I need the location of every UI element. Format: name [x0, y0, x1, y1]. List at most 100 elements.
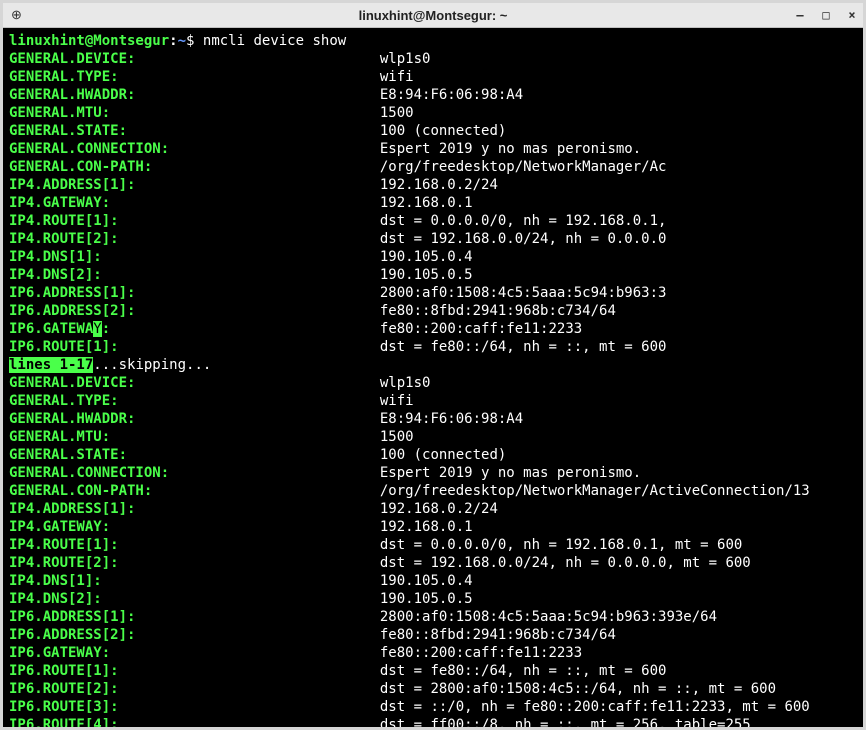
row-label: GENERAL.MTU:	[9, 429, 380, 445]
row-value: Espert 2019 y no mas peronismo.	[380, 141, 641, 157]
row-label: IP4.ROUTE[2]:	[9, 231, 380, 247]
row-label: IP6.ADDRESS[1]:	[9, 609, 380, 625]
output-row: IP6.ADDRESS[1]: 2800:af0:1508:4c5:5aaa:5…	[9, 608, 857, 626]
row-value: 1500	[380, 105, 414, 121]
output-row: GENERAL.MTU: 1500	[9, 428, 857, 446]
row-label: IP6.ROUTE[4]:	[9, 717, 380, 727]
output-row: GENERAL.HWADDR: E8:94:F6:06:98:A4	[9, 410, 857, 428]
row-value: 192.168.0.2/24	[380, 177, 498, 193]
row-value: dst = 192.168.0.0/24, nh = 0.0.0.0, mt =…	[380, 555, 751, 571]
row-value: 190.105.0.4	[380, 573, 473, 589]
output-row: GENERAL.MTU: 1500	[9, 104, 857, 122]
output-row: IP4.ROUTE[2]: dst = 192.168.0.0/24, nh =…	[9, 230, 857, 248]
output-row: IP6.ROUTE[2]: dst = 2800:af0:1508:4c5::/…	[9, 680, 857, 698]
row-value: dst = 192.168.0.0/24, nh = 0.0.0.0	[380, 231, 667, 247]
output-row: IP4.DNS[1]: 190.105.0.4	[9, 572, 857, 590]
output-row: GENERAL.TYPE: wifi	[9, 392, 857, 410]
row-value: fe80::8fbd:2941:968b:c734/64	[380, 627, 616, 643]
row-label: IP4.ROUTE[2]:	[9, 555, 380, 571]
titlebar[interactable]: ⊕ linuxhint@Montsegur: ~ – □ ×	[3, 3, 863, 28]
row-value: 190.105.0.4	[380, 249, 473, 265]
row-value: wlp1s0	[380, 51, 431, 67]
output-row: GENERAL.STATE: 100 (connected)	[9, 446, 857, 464]
output-row: IP6.ROUTE[1]: dst = fe80::/64, nh = ::, …	[9, 662, 857, 680]
output-row: IP6.ADDRESS[1]: 2800:af0:1508:4c5:5aaa:5…	[9, 284, 857, 302]
output-row: IP6.ROUTE[3]: dst = ::/0, nh = fe80::200…	[9, 698, 857, 716]
row-label: GENERAL.STATE:	[9, 447, 380, 463]
output-row: GENERAL.CON-PATH: /org/freedesktop/Netwo…	[9, 482, 857, 500]
prompt-sep: :	[169, 33, 177, 49]
row-value: 100 (connected)	[380, 447, 506, 463]
output-row: IP4.ADDRESS[1]: 192.168.0.2/24	[9, 176, 857, 194]
close-button[interactable]: ×	[846, 9, 858, 21]
row-value: 2800:af0:1508:4c5:5aaa:5c94:b963:3	[380, 285, 667, 301]
row-value: 190.105.0.5	[380, 591, 473, 607]
row-label: GENERAL.TYPE:	[9, 393, 380, 409]
row-label: IP6.ROUTE[1]:	[9, 339, 380, 355]
row-value: Espert 2019 y no mas peronismo.	[380, 465, 641, 481]
output-row: IP6.GATEWAY: fe80::200:caff:fe11:2233	[9, 644, 857, 662]
row-label: IP6.ROUTE[3]:	[9, 699, 380, 715]
pager-highlight: lines 1-17	[9, 357, 93, 373]
row-value: E8:94:F6:06:98:A4	[380, 411, 523, 427]
row-label: GENERAL.CON-PATH:	[9, 159, 380, 175]
row-value: dst = fe80::/64, nh = ::, mt = 600	[380, 663, 667, 679]
row-label: IP6.ROUTE[2]:	[9, 681, 380, 697]
window-title: linuxhint@Montsegur: ~	[359, 8, 508, 23]
row-value: wifi	[380, 69, 414, 85]
row-value: 192.168.0.2/24	[380, 501, 498, 517]
row-label: GENERAL.DEVICE:	[9, 51, 380, 67]
row-value: 192.168.0.1	[380, 195, 473, 211]
output-row: GENERAL.HWADDR: E8:94:F6:06:98:A4	[9, 86, 857, 104]
output-row: GENERAL.DEVICE: wlp1s0	[9, 374, 857, 392]
row-label: IP6.GATEWAY:	[9, 645, 380, 661]
row-label: GENERAL.STATE:	[9, 123, 380, 139]
row-value: E8:94:F6:06:98:A4	[380, 87, 523, 103]
row-label: GENERAL.HWADDR:	[9, 411, 380, 427]
row-label: IP6.GATEWA	[9, 321, 93, 337]
row-label: GENERAL.TYPE:	[9, 69, 380, 85]
row-label: IP4.ROUTE[1]:	[9, 537, 380, 553]
row-label: GENERAL.MTU:	[9, 105, 380, 121]
cursor: Y	[93, 321, 101, 337]
output-row: IP4.GATEWAY: 192.168.0.1	[9, 194, 857, 212]
maximize-button[interactable]: □	[820, 9, 832, 21]
window-controls: – □ ×	[794, 9, 858, 21]
prompt-line: linuxhint@Montsegur:~$ nmcli device show	[9, 32, 857, 50]
row-value: /org/freedesktop/NetworkManager/Ac	[380, 159, 667, 175]
row-value: wlp1s0	[380, 375, 431, 391]
row-value: /org/freedesktop/NetworkManager/ActiveCo…	[380, 483, 810, 499]
output-row: GENERAL.CONNECTION: Espert 2019 y no mas…	[9, 140, 857, 158]
output-row: IP6.GATEWAY: fe80::200:caff:fe11:2233	[9, 320, 857, 338]
terminal-window: ⊕ linuxhint@Montsegur: ~ – □ × linuxhint…	[0, 0, 866, 730]
row-value: 2800:af0:1508:4c5:5aaa:5c94:b963:393e/64	[380, 609, 717, 625]
output-row: IP4.DNS[2]: 190.105.0.5	[9, 266, 857, 284]
row-label: IP6.ADDRESS[2]:	[9, 627, 380, 643]
row-label: GENERAL.CON-PATH:	[9, 483, 380, 499]
row-label: IP6.ADDRESS[2]:	[9, 303, 380, 319]
row-value: 190.105.0.5	[380, 267, 473, 283]
row-value: 100 (connected)	[380, 123, 506, 139]
row-label: IP4.DNS[1]:	[9, 573, 380, 589]
row-label: GENERAL.DEVICE:	[9, 375, 380, 391]
terminal-output[interactable]: linuxhint@Montsegur:~$ nmcli device show…	[3, 28, 863, 727]
prompt-host: linuxhint@Montsegur	[9, 33, 169, 49]
row-label: IP6.ADDRESS[1]:	[9, 285, 380, 301]
output-row: IP4.DNS[2]: 190.105.0.5	[9, 590, 857, 608]
row-label: GENERAL.HWADDR:	[9, 87, 380, 103]
pager-rest: ...skipping...	[93, 357, 211, 373]
row-value: 1500	[380, 429, 414, 445]
output-row: GENERAL.STATE: 100 (connected)	[9, 122, 857, 140]
row-label: :	[102, 321, 380, 337]
output-row: IP4.ROUTE[1]: dst = 0.0.0.0/0, nh = 192.…	[9, 212, 857, 230]
output-row: IP6.ADDRESS[2]: fe80::8fbd:2941:968b:c73…	[9, 302, 857, 320]
output-row: IP4.ADDRESS[1]: 192.168.0.2/24	[9, 500, 857, 518]
row-value: wifi	[380, 393, 414, 409]
row-value: dst = 0.0.0.0/0, nh = 192.168.0.1, mt = …	[380, 537, 742, 553]
output-row: IP6.ROUTE[1]: dst = fe80::/64, nh = ::, …	[9, 338, 857, 356]
row-value: dst = fe80::/64, nh = ::, mt = 600	[380, 339, 667, 355]
minimize-button[interactable]: –	[794, 9, 806, 21]
row-label: IP4.DNS[2]:	[9, 591, 380, 607]
prompt-sign: $	[186, 33, 203, 49]
row-value: dst = ::/0, nh = fe80::200:caff:fe11:223…	[380, 699, 810, 715]
